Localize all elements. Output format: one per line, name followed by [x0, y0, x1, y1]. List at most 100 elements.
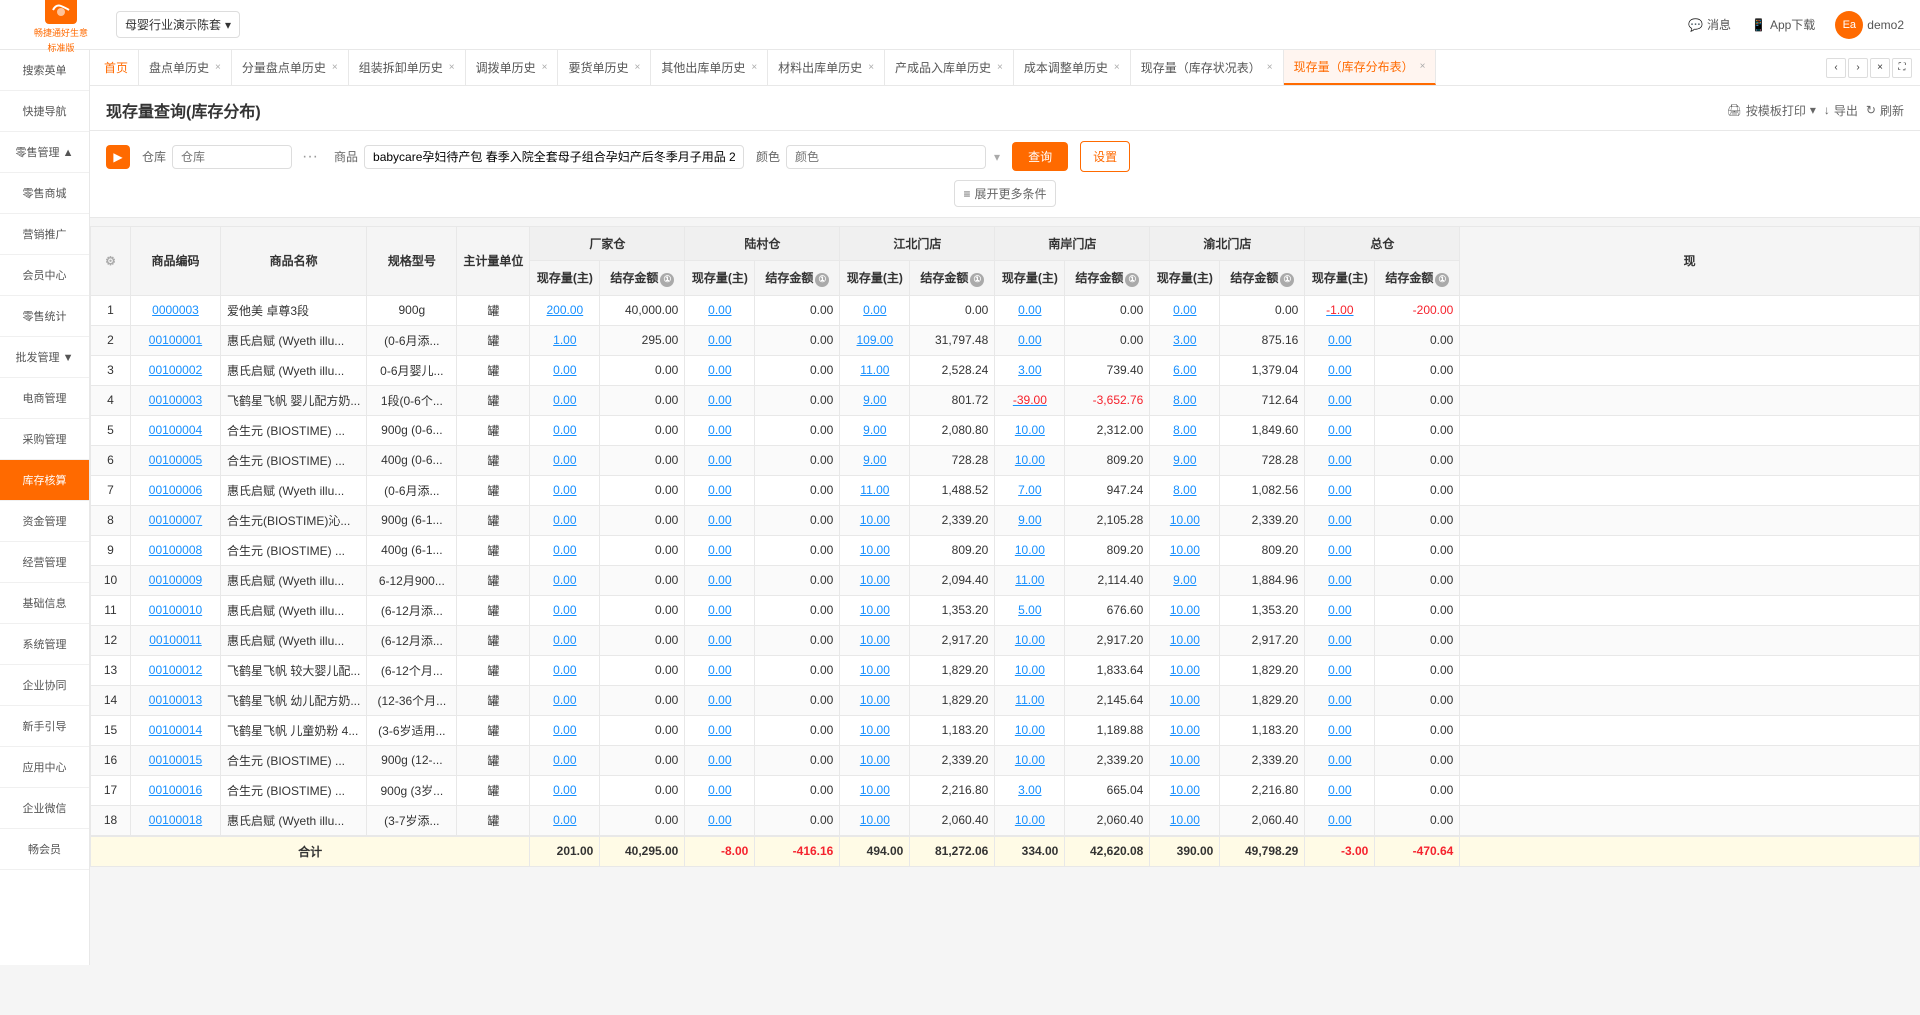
cell-nanan-qty[interactable]: 10.00 [995, 745, 1065, 775]
cell-factory-qty[interactable]: 0.00 [530, 415, 600, 445]
cell-yubei-qty[interactable]: 8.00 [1150, 475, 1220, 505]
cell-factory-qty[interactable]: 0.00 [530, 655, 600, 685]
th-gear[interactable]: ⚙ [91, 227, 131, 296]
search-button[interactable]: 查询 [1012, 142, 1068, 171]
cell-yubei-qty[interactable]: 10.00 [1150, 745, 1220, 775]
factory-amt-info-icon[interactable]: ① [660, 273, 674, 287]
cell-code[interactable]: 00100002 [131, 355, 221, 385]
tab-material-out[interactable]: 材料出库单历史 × [768, 50, 885, 85]
cell-yubei-qty[interactable]: 10.00 [1150, 535, 1220, 565]
cell-nanan-qty[interactable]: 9.00 [995, 505, 1065, 535]
tab-product-in[interactable]: 产成品入库单历史 × [885, 50, 1014, 85]
cell-lu-qty[interactable]: 0.00 [685, 505, 755, 535]
tab-requisition[interactable]: 要货单历史 × [558, 50, 651, 85]
cell-total-qty[interactable]: 0.00 [1305, 655, 1375, 685]
cell-code[interactable]: 00100016 [131, 775, 221, 805]
cell-nanan-qty[interactable]: 0.00 [995, 325, 1065, 355]
sidebar-item-guide[interactable]: 新手引导 [0, 706, 89, 747]
cell-total-qty[interactable]: 0.00 [1305, 805, 1375, 836]
cell-total-qty[interactable]: 0.00 [1305, 685, 1375, 715]
cell-yubei-qty[interactable]: 10.00 [1150, 505, 1220, 535]
cell-jiangbei-qty[interactable]: 10.00 [840, 535, 910, 565]
warehouse-input[interactable] [172, 145, 292, 169]
tab-prev-btn[interactable]: ‹ [1826, 58, 1846, 78]
cell-nanan-qty[interactable]: 0.00 [995, 295, 1065, 325]
cell-total-qty[interactable]: 0.00 [1305, 535, 1375, 565]
cell-code[interactable]: 00100004 [131, 415, 221, 445]
cell-total-qty[interactable]: 0.00 [1305, 625, 1375, 655]
cell-code[interactable]: 00100013 [131, 685, 221, 715]
settings-button[interactable]: 设置 [1080, 141, 1130, 172]
expand-conditions-btn[interactable]: ≡ 展开更多条件 [954, 180, 1055, 207]
sidebar-item-operation[interactable]: 经营管理 [0, 542, 89, 583]
nanan-amt-info-icon[interactable]: ① [1125, 273, 1139, 287]
tab-partial-check[interactable]: 分量盘点单历史 × [232, 50, 349, 85]
cell-total-qty[interactable]: 0.00 [1305, 775, 1375, 805]
cell-factory-qty[interactable]: 0.00 [530, 715, 600, 745]
cell-yubei-qty[interactable]: 9.00 [1150, 445, 1220, 475]
cell-code[interactable]: 00100010 [131, 595, 221, 625]
user-menu[interactable]: Ea demo2 [1835, 11, 1904, 39]
sidebar-item-member2[interactable]: 畅会员 [0, 829, 89, 870]
cell-factory-qty[interactable]: 0.00 [530, 745, 600, 775]
sidebar-item-ecommerce[interactable]: 电商管理 [0, 378, 89, 419]
tab-close-stock-dist[interactable]: × [1420, 61, 1426, 72]
cell-lu-qty[interactable]: 0.00 [685, 475, 755, 505]
cell-lu-qty[interactable]: 0.00 [685, 385, 755, 415]
cell-yubei-qty[interactable]: 10.00 [1150, 685, 1220, 715]
cell-code[interactable]: 00100015 [131, 745, 221, 775]
cell-lu-qty[interactable]: 0.00 [685, 325, 755, 355]
tab-transfer[interactable]: 调拨单历史 × [466, 50, 559, 85]
cell-jiangbei-qty[interactable]: 11.00 [840, 355, 910, 385]
tab-close-cost-adjust[interactable]: × [1114, 62, 1120, 73]
cell-yubei-qty[interactable]: 10.00 [1150, 625, 1220, 655]
cell-yubei-qty[interactable]: 9.00 [1150, 565, 1220, 595]
cell-yubei-qty[interactable]: 8.00 [1150, 415, 1220, 445]
tab-next-btn[interactable]: › [1848, 58, 1868, 78]
cell-yubei-qty[interactable]: 10.00 [1150, 655, 1220, 685]
cell-nanan-qty[interactable]: 3.00 [995, 355, 1065, 385]
cell-code[interactable]: 00100005 [131, 445, 221, 475]
sidebar-item-retail-stats[interactable]: 零售统计 [0, 296, 89, 337]
cell-nanan-qty[interactable]: 10.00 [995, 655, 1065, 685]
cell-jiangbei-qty[interactable]: 9.00 [840, 385, 910, 415]
cell-nanan-qty[interactable]: 10.00 [995, 415, 1065, 445]
cell-factory-qty[interactable]: 0.00 [530, 565, 600, 595]
sidebar-item-marketing[interactable]: 营销推广 [0, 214, 89, 255]
cell-jiangbei-qty[interactable]: 11.00 [840, 475, 910, 505]
cell-nanan-qty[interactable]: 10.00 [995, 535, 1065, 565]
cell-factory-qty[interactable]: 0.00 [530, 355, 600, 385]
tab-close-partial-check[interactable]: × [332, 62, 338, 73]
tab-close-transfer[interactable]: × [542, 62, 548, 73]
tab-stock-status[interactable]: 现存量（库存状况表） × [1131, 50, 1284, 85]
sidebar-item-system[interactable]: 系统管理 [0, 624, 89, 665]
cell-lu-qty[interactable]: 0.00 [685, 355, 755, 385]
cell-jiangbei-qty[interactable]: 10.00 [840, 745, 910, 775]
sidebar-item-inventory[interactable]: 库存核算 [0, 460, 89, 501]
tab-expand-btn[interactable]: ⛶ [1892, 58, 1912, 78]
cell-total-qty[interactable]: 0.00 [1305, 475, 1375, 505]
tab-home[interactable]: 首页 [94, 50, 139, 85]
cell-nanan-qty[interactable]: 3.00 [995, 775, 1065, 805]
cell-total-qty[interactable]: 0.00 [1305, 325, 1375, 355]
sidebar-item-member[interactable]: 会员中心 [0, 255, 89, 296]
cell-factory-qty[interactable]: 0.00 [530, 505, 600, 535]
color-input[interactable] [786, 145, 986, 169]
cell-yubei-qty[interactable]: 8.00 [1150, 385, 1220, 415]
cell-lu-qty[interactable]: 0.00 [685, 595, 755, 625]
cell-lu-qty[interactable]: 0.00 [685, 715, 755, 745]
cell-yubei-qty[interactable]: 10.00 [1150, 595, 1220, 625]
tab-close-inventory-check[interactable]: × [215, 62, 221, 73]
cell-nanan-qty[interactable]: 10.00 [995, 625, 1065, 655]
cell-nanan-qty[interactable]: 10.00 [995, 805, 1065, 836]
cell-total-qty[interactable]: 0.00 [1305, 745, 1375, 775]
cell-total-qty[interactable]: -1.00 [1305, 295, 1375, 325]
cell-jiangbei-qty[interactable]: 10.00 [840, 595, 910, 625]
cell-factory-qty[interactable]: 0.00 [530, 775, 600, 805]
cell-nanan-qty[interactable]: -39.00 [995, 385, 1065, 415]
cell-jiangbei-qty[interactable]: 10.00 [840, 655, 910, 685]
refresh-btn[interactable]: ↻ 刷新 [1866, 102, 1904, 119]
cell-jiangbei-qty[interactable]: 10.00 [840, 565, 910, 595]
cell-lu-qty[interactable]: 0.00 [685, 565, 755, 595]
cell-lu-qty[interactable]: 0.00 [685, 745, 755, 775]
